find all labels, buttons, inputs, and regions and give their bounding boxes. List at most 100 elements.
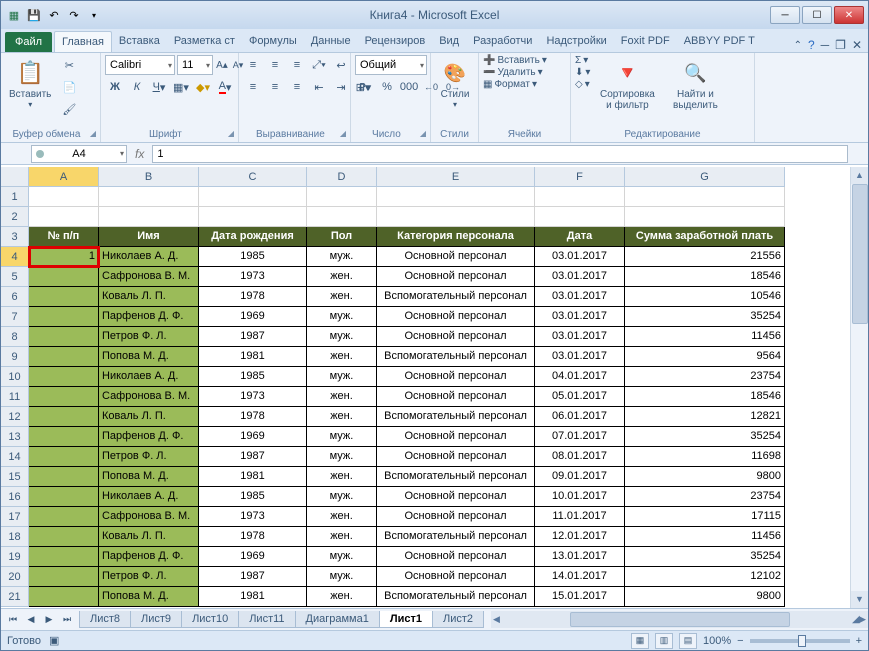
cell-A7[interactable] [29,307,99,327]
sheet-tab-Лист9[interactable]: Лист9 [130,611,182,628]
cell-D13[interactable]: муж. [307,427,377,447]
increase-indent-icon[interactable]: ⇥ [331,77,351,97]
sheet-nav-last-icon[interactable]: ⏭ [59,612,75,628]
cell-G2[interactable] [625,207,785,227]
cell-F13[interactable]: 07.01.2017 [535,427,625,447]
cell-A4[interactable]: 1 [29,247,99,267]
cell-D17[interactable]: жен. [307,507,377,527]
cell-B9[interactable]: Попова М. Д. [99,347,199,367]
cell-E17[interactable]: Основной персонал [377,507,535,527]
cell-E20[interactable]: Основной персонал [377,567,535,587]
cell-G11[interactable]: 18546 [625,387,785,407]
cell-D2[interactable] [307,207,377,227]
cell-G17[interactable]: 17115 [625,507,785,527]
border-icon[interactable]: ▦▾ [171,77,191,97]
sort-filter-button[interactable]: 🔻 Сортировка и фильтр [594,55,660,113]
page-break-view-icon[interactable]: ▤ [679,633,697,649]
currency-icon[interactable]: ₽▾ [355,77,375,97]
cell-F19[interactable]: 13.01.2017 [535,547,625,567]
header-cell-A[interactable]: № п/п [29,227,99,247]
cell-C12[interactable]: 1978 [199,407,307,427]
cell-B12[interactable]: Коваль Л. П. [99,407,199,427]
row-header-20[interactable]: 20 [1,567,29,587]
cell-D5[interactable]: жен. [307,267,377,287]
hscroll-left-icon[interactable]: ◀ [493,614,500,625]
cell-F14[interactable]: 08.01.2017 [535,447,625,467]
cell-E4[interactable]: Основной персонал [377,247,535,267]
cell-E2[interactable] [377,207,535,227]
scroll-down-icon[interactable]: ▼ [851,591,868,608]
cell-F17[interactable]: 11.01.2017 [535,507,625,527]
align-right-icon[interactable]: ≡ [287,77,307,97]
format-painter-icon[interactable]: 🖌 [59,99,79,119]
sheet-tab-Лист1[interactable]: Лист1 [379,611,433,628]
cell-D11[interactable]: жен. [307,387,377,407]
row-header-13[interactable]: 13 [1,427,29,447]
cell-E11[interactable]: Основной персонал [377,387,535,407]
row-header-16[interactable]: 16 [1,487,29,507]
column-header-F[interactable]: F [535,167,625,187]
cell-F7[interactable]: 03.01.2017 [535,307,625,327]
column-header-G[interactable]: G [625,167,785,187]
font-color-icon[interactable]: A▾ [215,77,235,97]
cell-A13[interactable] [29,427,99,447]
cell-B4[interactable]: Николаев А. Д. [99,247,199,267]
sheet-nav-prev-icon[interactable]: ◀ [23,612,39,628]
save-icon[interactable]: 💾 [25,6,43,24]
sheet-nav-first-icon[interactable]: ⏮ [5,612,21,628]
cell-D18[interactable]: жен. [307,527,377,547]
undo-icon[interactable]: ↶ [45,6,63,24]
column-header-A[interactable]: A [29,167,99,187]
sheet-tab-Лист11[interactable]: Лист11 [238,611,295,628]
cell-C18[interactable]: 1978 [199,527,307,547]
ribbon-tab-1[interactable]: Вставка [112,31,167,52]
row-header-10[interactable]: 10 [1,367,29,387]
cell-B18[interactable]: Коваль Л. П. [99,527,199,547]
ribbon-tab-6[interactable]: Вид [432,31,466,52]
percent-icon[interactable]: % [377,77,397,97]
cell-D9[interactable]: жен. [307,347,377,367]
file-tab[interactable]: Файл [5,32,52,52]
clear-button[interactable]: ◇ ▾ [575,79,590,90]
sheet-tab-Лист2[interactable]: Лист2 [432,611,484,628]
cell-G16[interactable]: 23754 [625,487,785,507]
ribbon-minimize-icon[interactable]: ⌃ [794,40,802,51]
cell-A2[interactable] [29,207,99,227]
cell-B10[interactable]: Николаев А. Д. [99,367,199,387]
cell-C1[interactable] [199,187,307,207]
row-header-2[interactable]: 2 [1,207,29,227]
column-header-B[interactable]: B [99,167,199,187]
cell-G14[interactable]: 11698 [625,447,785,467]
cell-A9[interactable] [29,347,99,367]
cell-C21[interactable]: 1981 [199,587,307,607]
scroll-thumb[interactable] [852,184,868,324]
cell-D8[interactable]: муж. [307,327,377,347]
cell-E12[interactable]: Вспомогательный персонал [377,407,535,427]
cell-B20[interactable]: Петров Ф. Л. [99,567,199,587]
cell-B5[interactable]: Сафронова В. М. [99,267,199,287]
cell-G8[interactable]: 11456 [625,327,785,347]
orientation-icon[interactable]: ⤢▾ [309,55,329,75]
page-layout-view-icon[interactable]: ▥ [655,633,673,649]
row-header-19[interactable]: 19 [1,547,29,567]
cell-E19[interactable]: Основной персонал [377,547,535,567]
underline-icon[interactable]: Ч▾ [149,77,169,97]
header-cell-D[interactable]: Пол [307,227,377,247]
cell-A21[interactable] [29,587,99,607]
row-header-17[interactable]: 17 [1,507,29,527]
sheet-tab-Лист8[interactable]: Лист8 [79,611,131,628]
cell-C17[interactable]: 1973 [199,507,307,527]
zoom-in-button[interactable]: + [856,635,862,647]
cell-C4[interactable]: 1985 [199,247,307,267]
fill-color-icon[interactable]: ◆▾ [193,77,213,97]
cell-E14[interactable]: Основной персонал [377,447,535,467]
cell-F15[interactable]: 09.01.2017 [535,467,625,487]
vertical-scrollbar[interactable]: ▲ ▼ [850,167,868,608]
cell-A15[interactable] [29,467,99,487]
cell-B1[interactable] [99,187,199,207]
cell-G15[interactable]: 9800 [625,467,785,487]
cell-D6[interactable]: жен. [307,287,377,307]
cell-F16[interactable]: 10.01.2017 [535,487,625,507]
cell-A19[interactable] [29,547,99,567]
ribbon-tab-8[interactable]: Надстройки [539,31,613,52]
